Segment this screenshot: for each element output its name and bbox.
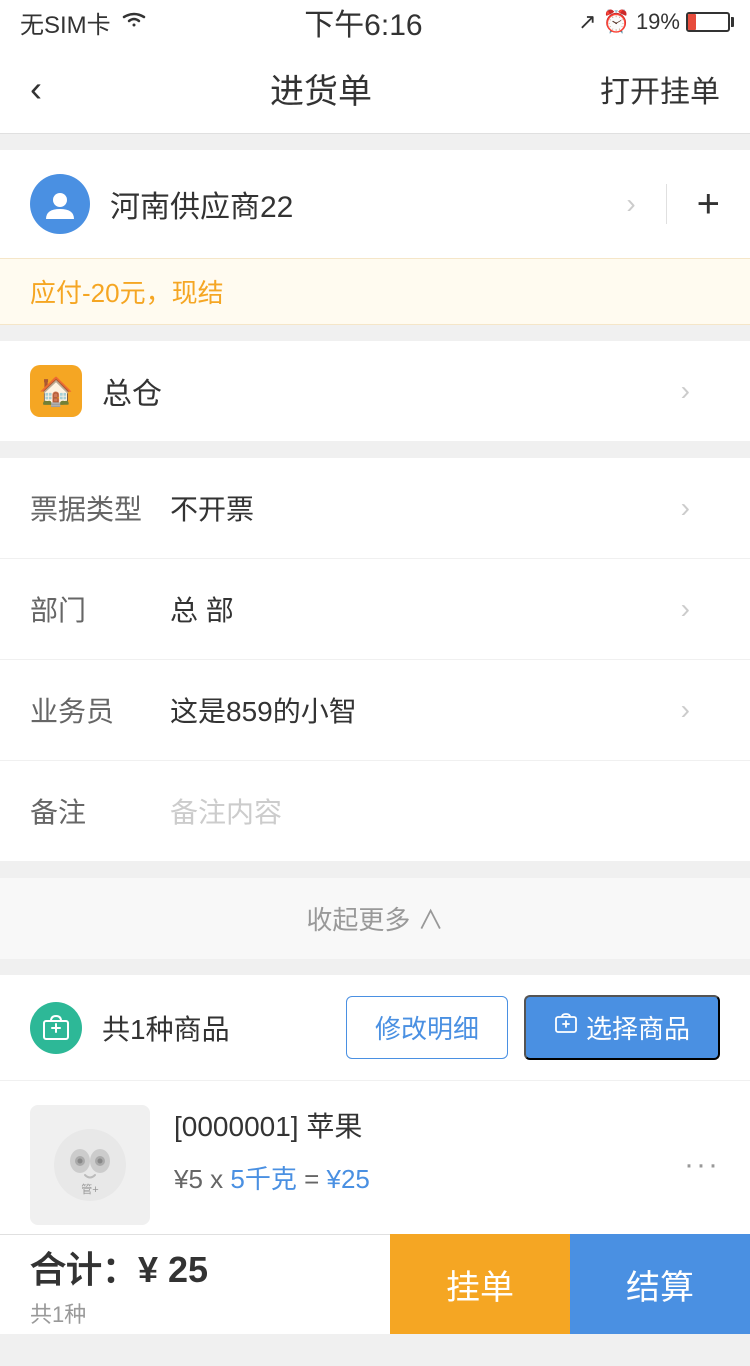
total-value: ¥ 25 — [138, 1249, 208, 1290]
supplier-row[interactable]: 河南供应商22 › + — [0, 150, 750, 258]
dept-label: 部门 — [30, 589, 170, 629]
price-unit: ¥5 x — [174, 1164, 230, 1194]
page-title: 进货单 — [270, 64, 372, 113]
dept-chevron-icon: › — [681, 593, 690, 625]
status-bar: 无SIM卡 下午6:16 ↗ ⏰ 19% — [0, 0, 750, 44]
select-product-icon — [554, 1012, 578, 1043]
battery-icon — [686, 12, 730, 32]
sales-chevron-icon: › — [681, 694, 690, 726]
dept-value: 总 部 — [170, 589, 681, 629]
invoice-chevron-icon: › — [681, 492, 690, 524]
svg-text:管+: 管+ — [81, 1182, 98, 1196]
invoice-label: 票据类型 — [30, 488, 170, 528]
spacer-1 — [0, 134, 750, 150]
vertical-divider — [666, 184, 667, 224]
sales-row[interactable]: 业务员 这是859的小智 › — [0, 660, 750, 761]
product-header: 共1种商品 修改明细 选择商品 — [0, 975, 750, 1081]
select-product-button[interactable]: 选择商品 — [524, 995, 720, 1060]
nav-bar: ‹ 进货单 打开挂单 — [0, 44, 750, 134]
warehouse-name: 总仓 — [102, 369, 681, 413]
supplier-chevron-icon: › — [626, 188, 635, 220]
collapse-label: 收起更多 ∧ — [306, 905, 443, 935]
product-thumbnail: 管+ — [30, 1105, 150, 1225]
bottom-bar: 合计：¥ 25 共1种 挂单 结算 — [0, 1234, 750, 1334]
warehouse-section: 🏠 总仓 › — [0, 341, 750, 442]
warehouse-row[interactable]: 🏠 总仓 › — [0, 341, 750, 442]
dept-row[interactable]: 部门 总 部 › — [0, 559, 750, 660]
alarm-icon: ⏰ — [603, 9, 630, 35]
remark-label: 备注 — [30, 791, 170, 831]
supplier-right: › + — [626, 182, 720, 227]
product-count: 共1种商品 — [102, 1008, 346, 1048]
location-icon: ↗ — [578, 9, 596, 35]
notice-text: 应付-20元，现结 — [30, 278, 224, 308]
add-supplier-button[interactable]: + — [697, 182, 720, 227]
remark-row[interactable]: 备注 备注内容 — [0, 761, 750, 862]
price-total: ¥25 — [326, 1164, 369, 1194]
product-item: 管+ [0000001] 苹果 ¥5 x 5千克 = ¥25 ··· — [0, 1081, 750, 1250]
select-product-label: 选择商品 — [586, 1009, 690, 1046]
status-left: 无SIM卡 — [20, 5, 149, 40]
edit-detail-button[interactable]: 修改明细 — [346, 996, 508, 1059]
carrier-label: 无SIM卡 — [20, 5, 111, 40]
battery-percent: 19% — [636, 9, 680, 35]
price-eq: = — [297, 1164, 327, 1194]
hang-button[interactable]: 挂单 — [390, 1234, 570, 1334]
sales-label: 业务员 — [30, 690, 170, 730]
status-right: ↗ ⏰ 19% — [578, 9, 730, 35]
collapse-row[interactable]: 收起更多 ∧ — [0, 878, 750, 959]
invoice-value: 不开票 — [170, 488, 681, 528]
product-section: 共1种商品 修改明细 选择商品 — [0, 975, 750, 1250]
warehouse-chevron-icon: › — [681, 375, 690, 407]
total-sub: 共1种 — [30, 1297, 360, 1329]
total-main: 合计：¥ 25 — [30, 1241, 360, 1293]
supplier-avatar — [30, 174, 90, 234]
wifi-icon — [119, 8, 149, 36]
product-more-button[interactable]: ··· — [684, 1148, 720, 1182]
total-section: 合计：¥ 25 共1种 — [0, 1234, 390, 1334]
product-info: [0000001] 苹果 ¥5 x 5千克 = ¥25 — [174, 1105, 684, 1196]
back-button[interactable]: ‹ — [30, 68, 42, 110]
remark-input[interactable]: 备注内容 — [170, 791, 720, 831]
supplier-name: 河南供应商22 — [110, 182, 626, 226]
price-qty: 5千克 — [230, 1164, 296, 1194]
sales-value: 这是859的小智 — [170, 690, 681, 730]
total-label: 合计： — [30, 1249, 138, 1290]
supplier-section: 河南供应商22 › + 应付-20元，现结 — [0, 150, 750, 325]
product-name: [0000001] 苹果 — [174, 1105, 684, 1145]
open-pending-button[interactable]: 打开挂单 — [600, 67, 720, 111]
warehouse-icon: 🏠 — [30, 365, 82, 417]
form-section: 票据类型 不开票 › 部门 总 部 › 业务员 这是859的小智 › 备注 备注… — [0, 458, 750, 862]
invoice-row[interactable]: 票据类型 不开票 › — [0, 458, 750, 559]
settle-button[interactable]: 结算 — [570, 1234, 750, 1334]
notice-bar: 应付-20元，现结 — [0, 258, 750, 325]
product-price: ¥5 x 5千克 = ¥25 — [174, 1159, 684, 1196]
product-header-icon — [30, 1002, 82, 1054]
time-display: 下午6:16 — [304, 0, 422, 44]
